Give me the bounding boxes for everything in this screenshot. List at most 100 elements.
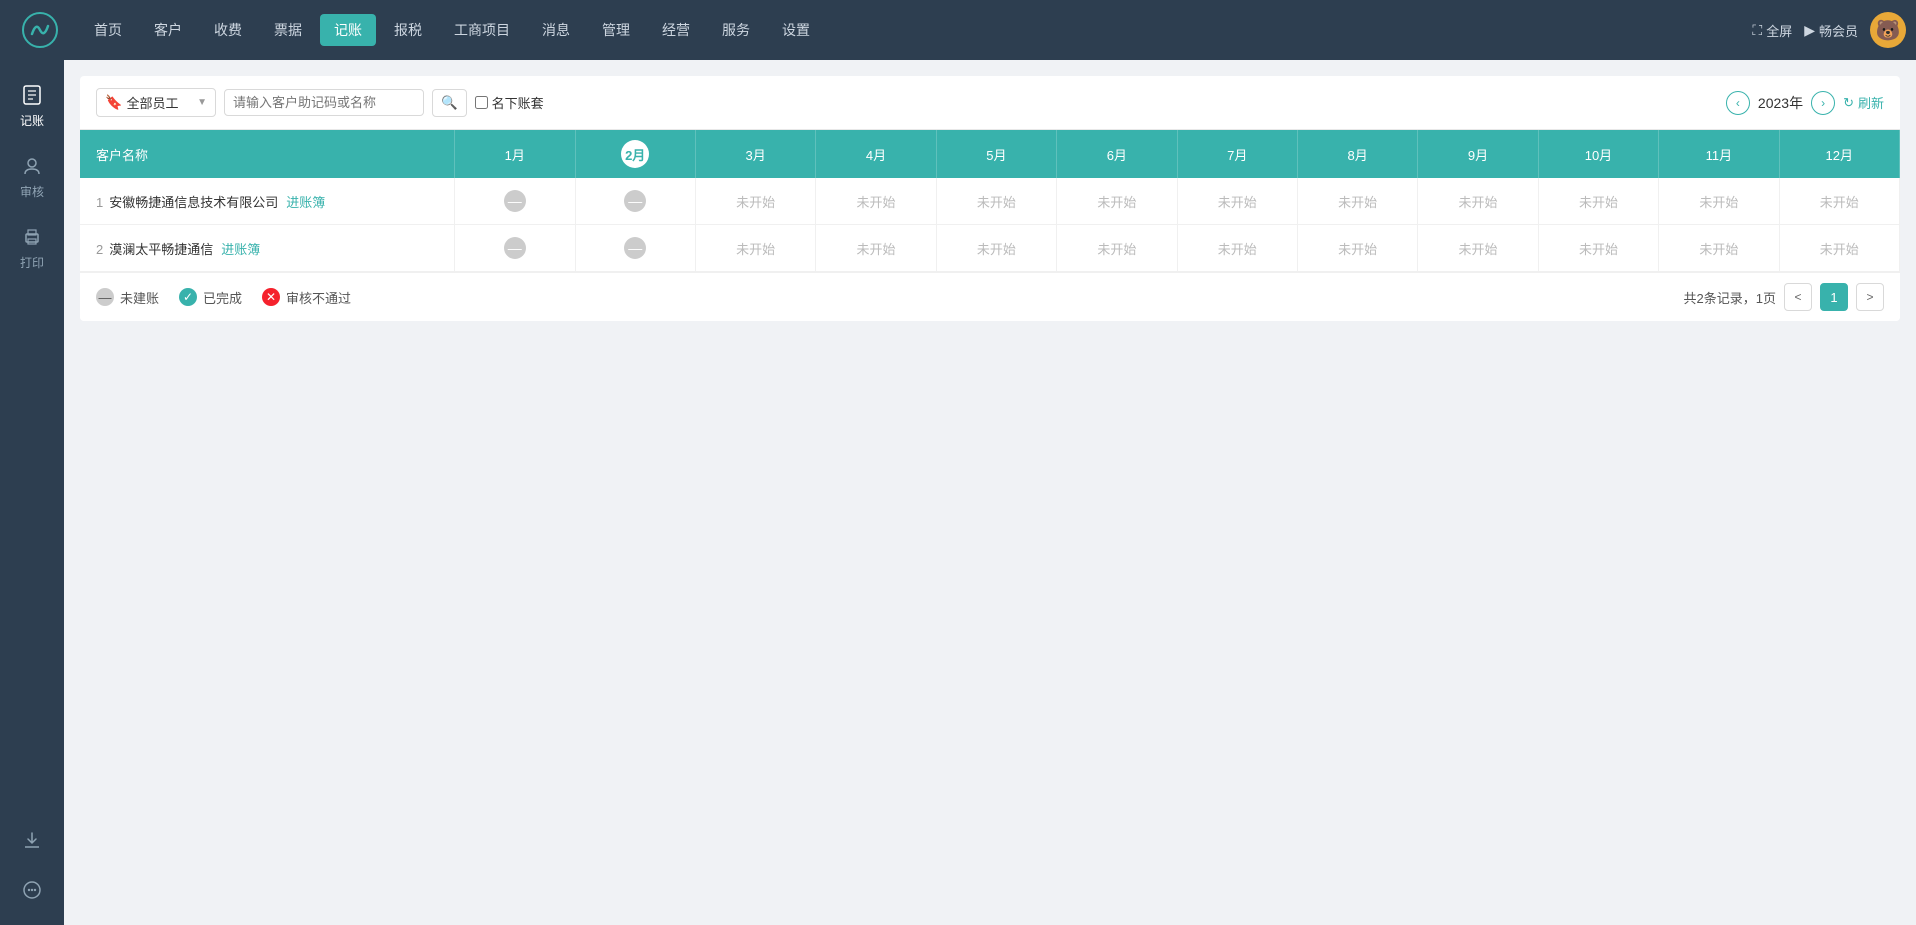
month-cell-8: 未开始: [1297, 178, 1417, 225]
col-month-1: 1月: [455, 130, 575, 178]
avatar[interactable]: 🐻: [1870, 12, 1906, 48]
legend-label-not-started: 未建账: [120, 288, 159, 307]
month-cell-1: —: [455, 178, 575, 225]
download-icon: [19, 827, 45, 853]
logo: [10, 12, 70, 48]
nav-item-accounting[interactable]: 记账: [320, 14, 376, 46]
month-cell-11: 未开始: [1659, 225, 1779, 272]
legend-label-completed: 已完成: [203, 288, 242, 307]
nav-item-services[interactable]: 服务: [708, 14, 764, 46]
nav-item-bizproject[interactable]: 工商项目: [440, 14, 524, 46]
status-not-started: 未开始: [1097, 242, 1136, 257]
client-name-cell: 2漠澜太平畅捷通信进账簿: [80, 225, 455, 272]
status-not-started: 未开始: [1699, 195, 1738, 210]
sidebar-item-download[interactable]: [0, 815, 64, 865]
next-year-button[interactable]: ›: [1811, 91, 1835, 115]
employee-select[interactable]: 🔖 全部员工 ▼: [96, 88, 216, 117]
member-button[interactable]: ▶ 畅会员: [1804, 21, 1858, 40]
month-cell-8: 未开始: [1297, 225, 1417, 272]
year-navigation: ‹ 2023年 ›: [1726, 91, 1835, 115]
legend-teal-dot: ✓: [179, 288, 197, 306]
sidebar-item-review[interactable]: 审核: [0, 141, 64, 212]
refresh-icon: ↻: [1843, 95, 1854, 111]
col-month-9: 9月: [1418, 130, 1538, 178]
enter-ledger-link[interactable]: 进账簿: [286, 195, 325, 210]
status-not-started: 未开始: [1820, 242, 1859, 257]
col-month-2: 2月: [575, 130, 695, 178]
status-not-started: 未开始: [857, 242, 896, 257]
logo-icon: [22, 12, 58, 48]
fullscreen-button[interactable]: ⛶ 全屏: [1752, 21, 1792, 40]
prev-year-button[interactable]: ‹: [1726, 91, 1750, 115]
status-not-started: 未开始: [736, 242, 775, 257]
status-not-started: 未开始: [1579, 195, 1618, 210]
status-circle: —: [504, 190, 526, 212]
account-checkbox[interactable]: [475, 96, 488, 109]
col-month-3: 3月: [695, 130, 815, 178]
nav-item-home[interactable]: 首页: [80, 14, 136, 46]
legend-rejected: ✕ 审核不通过: [262, 288, 351, 307]
pagination: 共2条记录，1页 < 1 >: [1684, 283, 1884, 311]
status-not-started: 未开始: [1338, 195, 1377, 210]
col-month-6: 6月: [1057, 130, 1177, 178]
member-label: 畅会员: [1819, 21, 1858, 40]
status-not-started: 未开始: [1579, 242, 1618, 257]
nav-item-client[interactable]: 客户: [140, 14, 196, 46]
refresh-label: 刷新: [1858, 93, 1884, 112]
nav-item-tax[interactable]: 报税: [380, 14, 436, 46]
table-header-row: 客户名称 1月 2月 3月 4月 5月 6月 7月: [80, 130, 1900, 178]
enter-ledger-link[interactable]: 进账簿: [221, 242, 260, 257]
month-cell-4: 未开始: [816, 178, 936, 225]
legend-red-dot: ✕: [262, 288, 280, 306]
status-not-started: 未开始: [857, 195, 896, 210]
month-cell-7: 未开始: [1177, 225, 1297, 272]
client-name-cell: 1安徽畅捷通信息技术有限公司进账簿: [80, 178, 455, 225]
col-month-4: 4月: [816, 130, 936, 178]
search-button[interactable]: 🔍: [432, 89, 467, 117]
sidebar-item-chat[interactable]: [0, 865, 64, 915]
sidebar-item-print[interactable]: 打印: [0, 212, 64, 283]
status-circle: —: [504, 237, 526, 259]
legend-label-rejected: 审核不通过: [286, 288, 351, 307]
prev-page-button[interactable]: <: [1784, 283, 1812, 311]
col-client-name: 客户名称: [80, 130, 455, 178]
sidebar-label-review: 审核: [20, 183, 44, 200]
sidebar-label-print: 打印: [20, 254, 44, 271]
accounting-icon: [19, 82, 45, 108]
fullscreen-icon: ⛶: [1752, 22, 1762, 39]
col-month-10: 10月: [1538, 130, 1658, 178]
status-circle: —: [624, 237, 646, 259]
col-month-8: 8月: [1297, 130, 1417, 178]
nav-item-management[interactable]: 管理: [588, 14, 644, 46]
sidebar-label-accounting: 记账: [20, 112, 44, 129]
refresh-button[interactable]: ↻ 刷新: [1843, 93, 1884, 112]
checkbox-label[interactable]: 名下账套: [475, 93, 544, 112]
col-month-7: 7月: [1177, 130, 1297, 178]
next-page-button[interactable]: >: [1856, 283, 1884, 311]
nav-item-messages[interactable]: 消息: [528, 14, 584, 46]
col-month-11: 11月: [1659, 130, 1779, 178]
status-circle: —: [624, 190, 646, 212]
employee-icon: 🔖: [105, 94, 122, 111]
client-name: 安徽畅捷通信息技术有限公司: [109, 195, 278, 210]
month-cell-1: —: [455, 225, 575, 272]
nav-right-area: ⛶ 全屏 ▶ 畅会员 🐻: [1752, 12, 1906, 48]
employee-label: 全部员工: [126, 93, 193, 112]
nav-item-invoices[interactable]: 票据: [260, 14, 316, 46]
chevron-down-icon: ▼: [197, 97, 207, 108]
table-row: 2漠澜太平畅捷通信进账簿——未开始未开始未开始未开始未开始未开始未开始未开始未开…: [80, 225, 1900, 272]
month-cell-11: 未开始: [1659, 178, 1779, 225]
nav-item-operations[interactable]: 经营: [648, 14, 704, 46]
table-footer: — 未建账 ✓ 已完成 ✕ 审核不通过 共2条记录，1页 < 1 >: [80, 272, 1900, 321]
nav-item-fees[interactable]: 收费: [200, 14, 256, 46]
month-cell-6: 未开始: [1057, 178, 1177, 225]
search-input[interactable]: [224, 89, 424, 116]
year-display: 2023年: [1758, 93, 1803, 113]
content-area: 🔖 全部员工 ▼ 🔍 名下账套 ‹ 2023年 ›: [64, 60, 1916, 925]
table-wrapper: 客户名称 1月 2月 3月 4月 5月 6月 7月: [80, 130, 1900, 272]
status-not-started: 未开始: [1459, 242, 1498, 257]
review-icon: [19, 153, 45, 179]
nav-item-settings[interactable]: 设置: [768, 14, 824, 46]
month-cell-12: 未开始: [1779, 178, 1899, 225]
sidebar-item-accounting[interactable]: 记账: [0, 70, 64, 141]
